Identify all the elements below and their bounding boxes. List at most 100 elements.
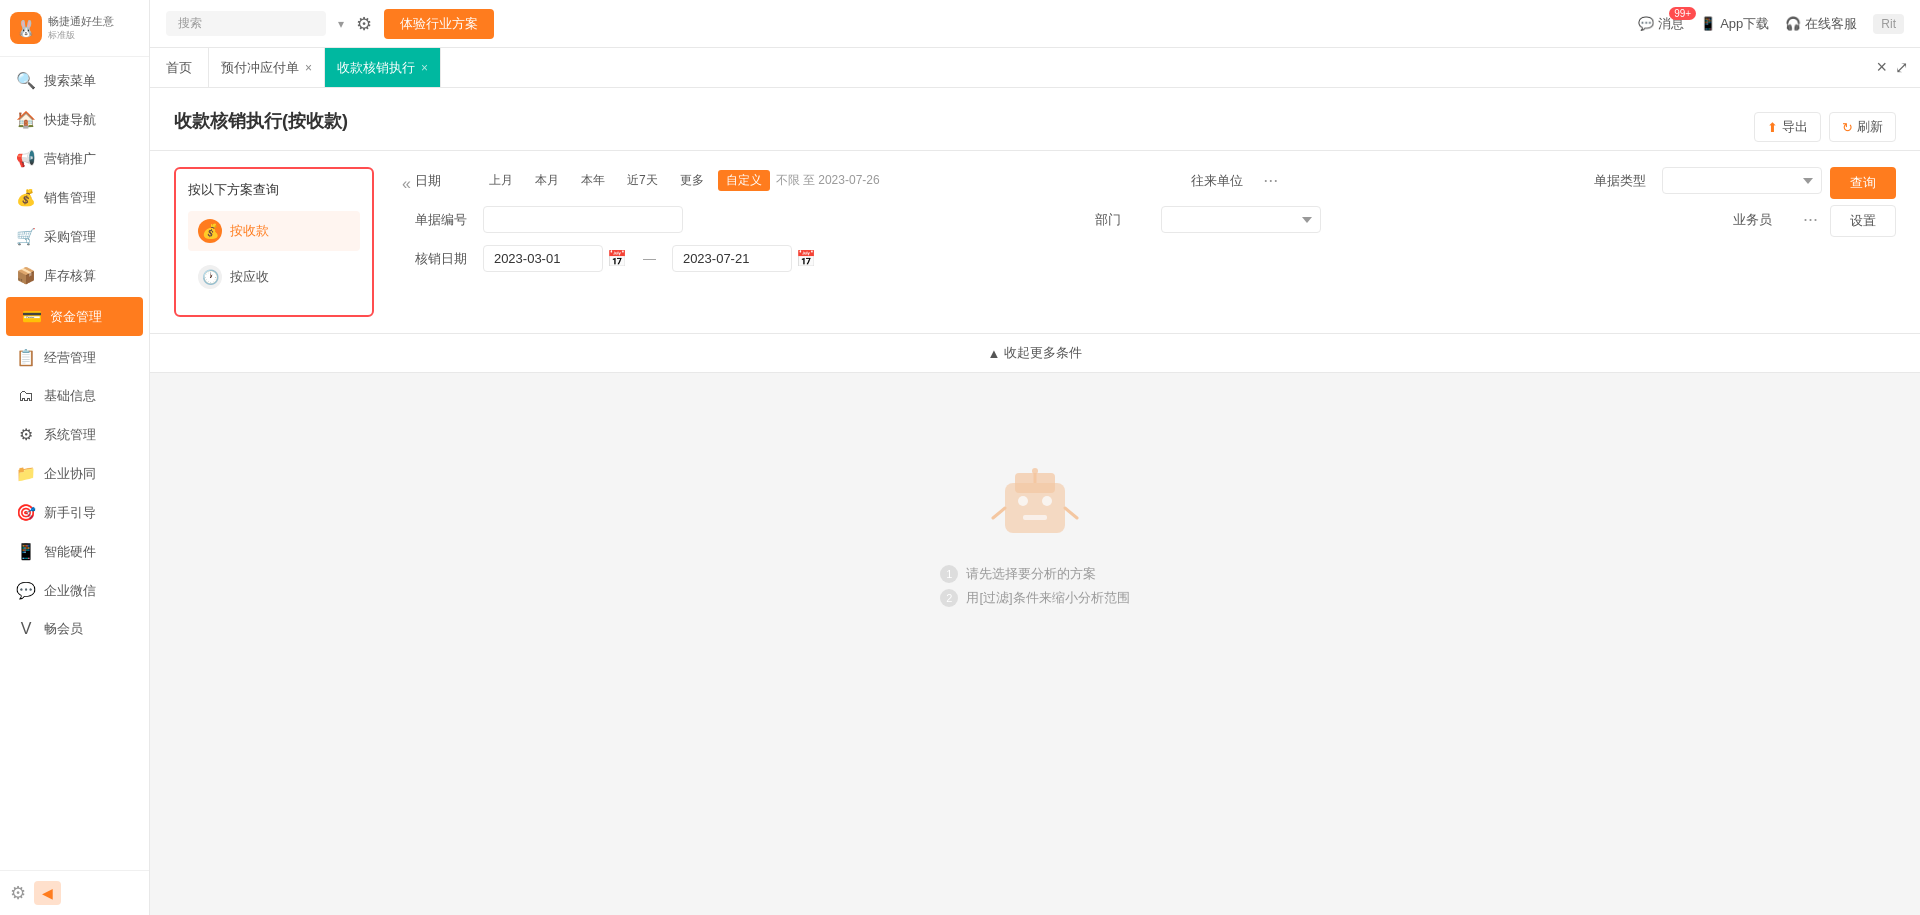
verify-date-label: 核销日期 (415, 250, 467, 268)
sidebar-item-beginner[interactable]: 🎯新手引导 (0, 493, 149, 532)
page-toolbar: ⬆ 导出 ↻ 刷新 (1754, 104, 1896, 150)
doc-type-select[interactable] (1662, 167, 1822, 194)
tab-prepay-close[interactable]: × (305, 61, 312, 75)
sidebar-item-member[interactable]: V畅会员 (0, 610, 149, 648)
tabbar-expand-icon[interactable]: ⤢ (1895, 58, 1908, 77)
search-icon: 🔍 (16, 71, 36, 90)
app-icon: 📱 (1700, 16, 1716, 31)
filter-area: 按以下方案查询 💰 按收款 🕐 按应收 « 日期 (150, 151, 1920, 334)
by-receivable-label: 按应收 (230, 268, 269, 286)
sidebar-item-enterprise[interactable]: 📁企业协同 (0, 454, 149, 493)
sidebar-label-quick-nav: 快捷导航 (44, 111, 96, 129)
sidebar-nav: 🔍搜索菜单 🏠 快捷导航 📢营销推广💰销售管理🛒采购管理📦库存核算 💳 资金管理 📋经营管理… (0, 57, 149, 870)
sidebar-item-funds[interactable]: 💳 资金管理 (6, 297, 143, 336)
sidebar-item-operations[interactable]: 📋经营管理 (0, 338, 149, 377)
verify-date-start-cal[interactable]: 📅 (607, 249, 627, 268)
sidebar-label-member: 畅会员 (44, 620, 83, 638)
date-range-text: 不限 至 2023-07-26 (776, 172, 880, 189)
filter-row-1: 日期 上月 本月 本年 近7天 更多 自定义 不限 至 2023-07-26 (415, 167, 1822, 194)
page-content: 收款核销执行(按收款) ⬆ 导出 ↻ 刷新 按以下方案查询 (150, 88, 1920, 915)
settings-btn[interactable]: 设置 (1830, 205, 1896, 237)
doc-no-label: 单据编号 (415, 211, 467, 229)
tab-receipt-verify-close[interactable]: × (421, 61, 428, 75)
sidebar-item-search[interactable]: 🔍搜索菜单 (0, 61, 149, 100)
verify-date-start-group: 📅 (483, 245, 627, 272)
topbar-msg-btn[interactable]: 💬 消息 99+ (1638, 15, 1684, 33)
enterprise-icon: 📁 (16, 464, 36, 483)
verify-date-end-cal[interactable]: 📅 (796, 249, 816, 268)
topbar-service-btn[interactable]: 🎧 在线客服 (1785, 15, 1857, 33)
svg-line-8 (1065, 508, 1077, 518)
date-custom[interactable]: 自定义 (718, 170, 770, 191)
tab-home[interactable]: 首页 (150, 48, 209, 87)
refresh-label: 刷新 (1857, 118, 1883, 136)
logo: 🐰 畅捷通好生意 标准版 (0, 0, 149, 57)
sidebar-collapse-btn[interactable]: ◀ (34, 881, 61, 905)
topbar-app-label: App下载 (1720, 15, 1769, 33)
sidebar-item-system[interactable]: ⚙系统管理 (0, 415, 149, 454)
filter-sidebar-title: 按以下方案查询 (188, 181, 360, 199)
sidebar-item-marketing[interactable]: 📢营销推广 (0, 139, 149, 178)
logo-badge: 标准版 (48, 29, 114, 42)
tab-prepay[interactable]: 预付冲应付单 × (209, 48, 325, 87)
empty-illustration (985, 453, 1085, 553)
collapse-more-btn[interactable]: ▲ 收起更多条件 (972, 340, 1099, 366)
date-this-year[interactable]: 本年 (573, 169, 613, 192)
smart-hw-icon: 📱 (16, 542, 36, 561)
logo-text: 畅捷通好生意 (48, 14, 114, 28)
by-receipt-icon: 💰 (198, 219, 222, 243)
date-group: 上月 本月 本年 近7天 更多 自定义 不限 至 2023-07-26 (481, 169, 880, 192)
collapse-icon: ▲ (988, 346, 1001, 361)
industry-btn[interactable]: 体验行业方案 (384, 9, 494, 39)
filter-option-by-receipt[interactable]: 💰 按收款 (188, 211, 360, 251)
topbar-app-btn[interactable]: 📱 App下载 (1700, 15, 1769, 33)
date-label: 日期 (415, 172, 465, 190)
sidebar-label-smart-hw: 智能硬件 (44, 543, 96, 561)
doc-type-label: 单据类型 (1594, 172, 1646, 190)
tabbar: 首页 预付冲应付单 × 收款核销执行 × × ⤢ (150, 48, 1920, 88)
verify-date-end-input[interactable] (672, 245, 792, 272)
tab-receipt-verify[interactable]: 收款核销执行 × (325, 48, 441, 87)
tabbar-close-icon[interactable]: × (1876, 57, 1887, 78)
filter-option-by-receivable[interactable]: 🕐 按应收 (188, 257, 360, 297)
date-more[interactable]: 更多 (672, 169, 712, 192)
date-7days[interactable]: 近7天 (619, 169, 666, 192)
empty-hint-2-text: 用[过滤]条件来缩小分析范围 (966, 589, 1129, 607)
partner-ellipsis-btn[interactable]: ··· (1259, 170, 1282, 191)
topbar-service-label: 在线客服 (1805, 15, 1857, 33)
topbar-right: 💬 消息 99+ 📱 App下载 🎧 在线客服 Rit (1638, 14, 1904, 34)
query-btn[interactable]: 查询 (1830, 167, 1896, 199)
hint-num-2: 2 (940, 589, 958, 607)
sidebar-item-purchase[interactable]: 🛒采购管理 (0, 217, 149, 256)
topbar-chevron-icon[interactable]: ▾ (338, 17, 344, 31)
topbar-gear-icon[interactable]: ⚙ (356, 13, 372, 35)
sidebar-label-system: 系统管理 (44, 426, 96, 444)
refresh-btn[interactable]: ↻ 刷新 (1829, 112, 1896, 142)
export-btn[interactable]: ⬆ 导出 (1754, 112, 1821, 142)
sidebar-item-sales[interactable]: 💰销售管理 (0, 178, 149, 217)
date-this-month[interactable]: 本月 (527, 169, 567, 192)
purchase-icon: 🛒 (16, 227, 36, 246)
sidebar-item-quick-nav[interactable]: 🏠 快捷导航 (0, 100, 149, 139)
sidebar-label-wechat: 企业微信 (44, 582, 96, 600)
sidebar-item-basic-info[interactable]: 🗂基础信息 (0, 377, 149, 415)
dept-select[interactable] (1161, 206, 1321, 233)
main-area: 搜索 ▾ ⚙ 体验行业方案 💬 消息 99+ 📱 App下载 🎧 在线客服 Ri… (150, 0, 1920, 915)
tab-prepay-label: 预付冲应付单 (221, 59, 299, 77)
filter-collapse-btn[interactable]: « (398, 175, 415, 193)
sidebar-label-funds: 资金管理 (50, 308, 102, 326)
verify-date-end-group: 📅 (672, 245, 816, 272)
funds-icon: 💳 (22, 307, 42, 326)
page-title: 收款核销执行(按收款) (174, 109, 348, 133)
sidebar-bottom: ⚙ ◀ (0, 870, 149, 915)
sidebar-item-wechat[interactable]: 💬企业微信 (0, 571, 149, 610)
verify-date-start-input[interactable] (483, 245, 603, 272)
doc-no-input[interactable] (483, 206, 683, 233)
quick-nav-icon: 🏠 (16, 110, 36, 129)
staff-ellipsis-btn[interactable]: ··· (1799, 209, 1822, 230)
topbar-user[interactable]: Rit (1873, 14, 1904, 34)
sidebar-item-smart-hw[interactable]: 📱 智能硬件 (0, 532, 149, 571)
settings-icon[interactable]: ⚙ (10, 882, 26, 904)
date-last-month[interactable]: 上月 (481, 169, 521, 192)
sidebar-item-inventory[interactable]: 📦库存核算 (0, 256, 149, 295)
